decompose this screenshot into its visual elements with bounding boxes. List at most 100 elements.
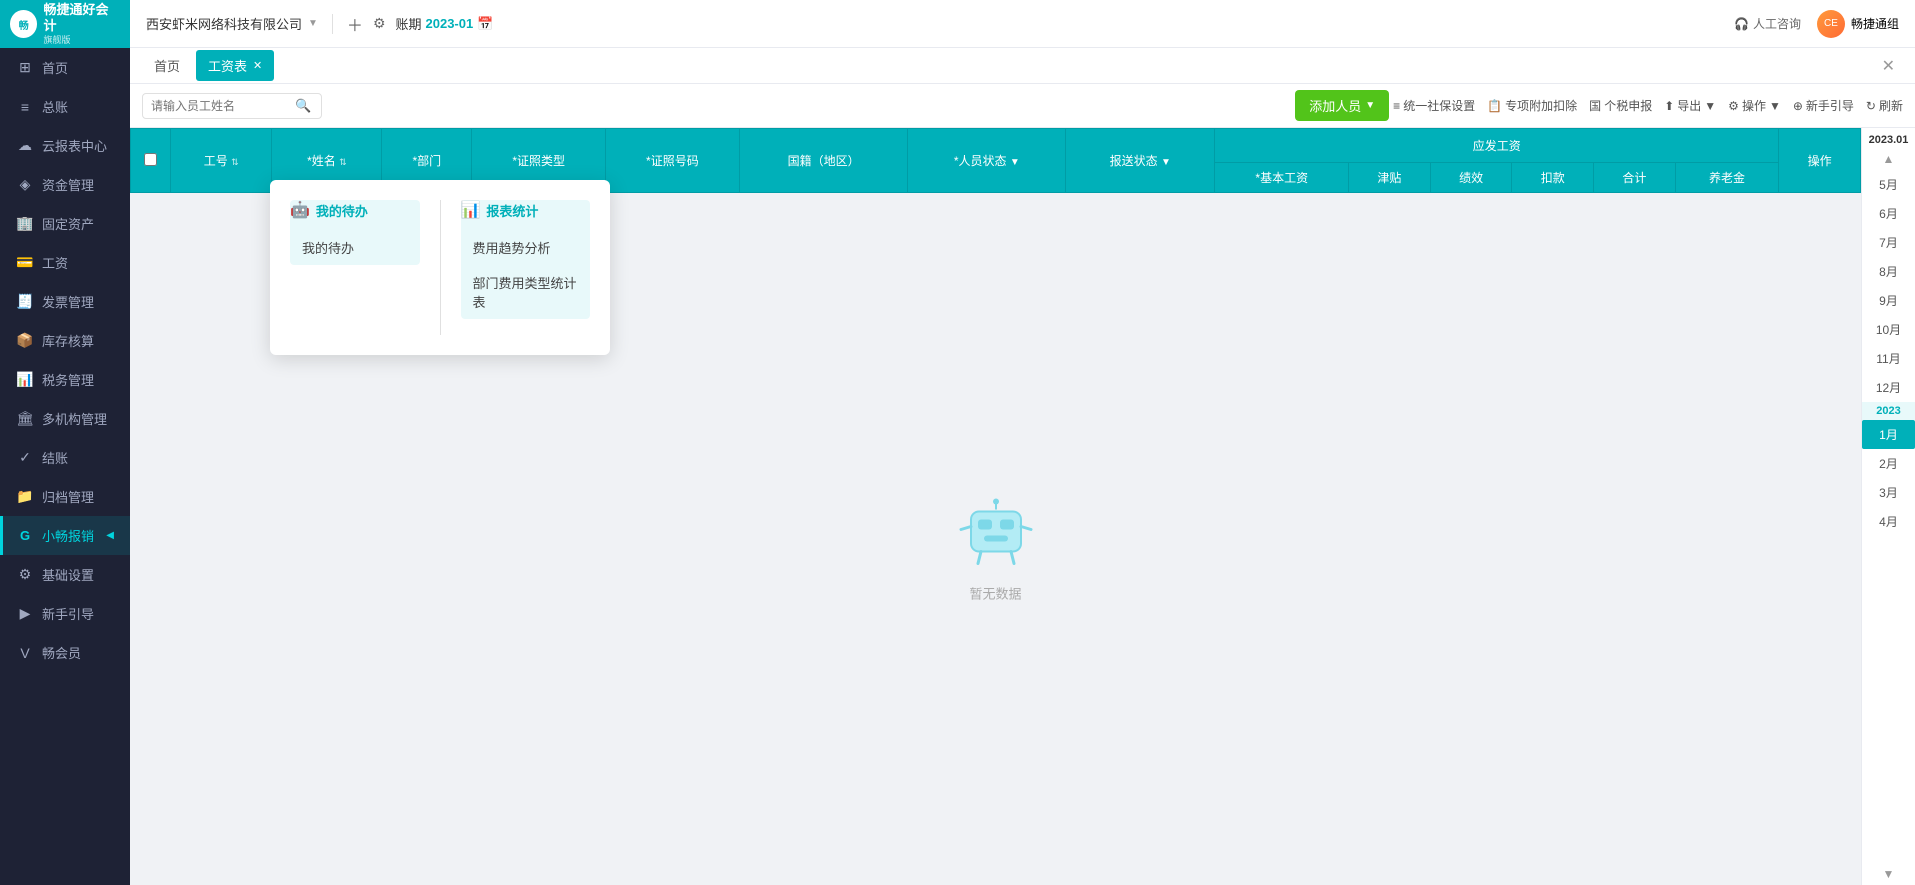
date-nav-up[interactable]: ▲	[1862, 148, 1915, 170]
col-id-number: *证照号码	[606, 129, 740, 193]
expense-dropdown-panel: 🤖 我的待办 我的待办 📊 报表统计 费用趋势分析 部门费用类型统计表	[270, 180, 610, 355]
sidebar-item-salary[interactable]: 💳 工资	[0, 243, 130, 282]
col-total: 合计	[1594, 163, 1676, 193]
export-dropdown-icon: ▼	[1704, 99, 1716, 113]
customer-service-btn[interactable]: 🎧 人工咨询	[1734, 15, 1801, 32]
date-item-7[interactable]: 7月	[1862, 228, 1915, 257]
empty-state: 暂无数据	[956, 491, 1036, 602]
sidebar-item-member[interactable]: V 畅会员	[0, 633, 130, 672]
sidebar-item-fund[interactable]: ◈ 资金管理	[0, 165, 130, 204]
panel-item-expense-trend[interactable]: 费用趋势分析	[461, 230, 591, 265]
cloud-icon: ☁	[16, 137, 34, 154]
toolbar: 🔍 添加人员 ▼ ≡ 统一社保设置 📋 专项附加扣除 国 个税申报 ⬆ 导出 ▼	[130, 84, 1915, 128]
header-right: 🎧 人工咨询 CE 畅捷通组	[1734, 10, 1899, 38]
date-item-8[interactable]: 8月	[1862, 257, 1915, 286]
col-salary-group: 应发工资	[1215, 129, 1779, 163]
col-base-salary: *基本工资	[1215, 163, 1349, 193]
sidebar: 畅 畅捷通好会计 旗舰版 ⊞ 首页 ≡ 总账 ☁ 云报表中心 ◈ 资金管理 🏢 …	[0, 0, 130, 885]
period-display: 账期 2023-01 📅	[396, 14, 494, 33]
panel-item-my-todo[interactable]: 我的待办	[290, 230, 420, 265]
close-all-icon[interactable]: ✕	[1874, 54, 1903, 79]
date-item-6[interactable]: 6月	[1862, 199, 1915, 228]
sidebar-item-close[interactable]: ✓ 结账	[0, 438, 130, 477]
date-item-4[interactable]: 4月	[1862, 507, 1915, 536]
operations-dropdown-icon: ▼	[1769, 99, 1781, 113]
logo-text: 畅捷通好会计 旗舰版	[43, 2, 120, 46]
operations-btn[interactable]: ⚙ 操作 ▼	[1728, 97, 1781, 114]
settings-icon: ⚙	[16, 566, 34, 583]
calendar-icon[interactable]: 📅	[477, 16, 493, 32]
sidebar-item-multi-org[interactable]: 🏛 多机构管理	[0, 399, 130, 438]
sidebar-item-archive[interactable]: 📁 归档管理	[0, 477, 130, 516]
name-sort-icon[interactable]: ⇅	[339, 157, 347, 167]
add-person-btn[interactable]: 添加人员 ▼	[1295, 90, 1389, 121]
multi-org-icon: 🏛	[16, 410, 34, 427]
special-deduction-btn[interactable]: 📋 专项附加扣除	[1487, 97, 1577, 114]
person-status-filter-icon[interactable]: ▼	[1010, 157, 1020, 168]
date-item-9[interactable]: 9月	[1862, 286, 1915, 315]
panel-col-todo: 🤖 我的待办 我的待办	[290, 200, 420, 335]
guide-icon: ▶	[16, 605, 34, 622]
user-area[interactable]: CE 畅捷通组	[1817, 10, 1899, 38]
chevron-left-icon: ◀	[106, 530, 114, 541]
date-item-12[interactable]: 12月	[1862, 373, 1915, 402]
refresh-btn[interactable]: ↻ 刷新	[1866, 97, 1903, 114]
tab-close-all-btn[interactable]: ✕	[1874, 56, 1903, 76]
todo-icon: 🤖	[290, 200, 310, 220]
job-number-sort-icon[interactable]: ⇅	[231, 157, 239, 167]
col-job-number: 工号 ⇅	[171, 129, 272, 193]
search-input[interactable]	[151, 99, 291, 113]
social-insurance-btn[interactable]: ≡ 统一社保设置	[1393, 97, 1475, 114]
date-item-11[interactable]: 11月	[1862, 344, 1915, 373]
user-name: 畅捷通组	[1851, 15, 1899, 32]
date-nav-down[interactable]: ▼	[1862, 863, 1915, 885]
date-item-2[interactable]: 2月	[1862, 449, 1915, 478]
sidebar-item-invoice[interactable]: 🧾 发票管理	[0, 282, 130, 321]
date-item-3[interactable]: 3月	[1862, 478, 1915, 507]
sidebar-item-expense[interactable]: G 小畅报销 ◀	[0, 516, 130, 555]
tax-report-btn[interactable]: 国 个税申报	[1589, 97, 1652, 114]
tab-home[interactable]: 首页	[142, 50, 192, 81]
sidebar-item-asset[interactable]: 🏢 固定资产	[0, 204, 130, 243]
col-performance: 绩效	[1430, 163, 1512, 193]
main-content: 西安虾米网络科技有限公司 ▼ ＋ ⚙ 账期 2023-01 📅 🎧 人工咨询 C…	[130, 0, 1915, 885]
col-report-status: 报送状态 ▼	[1066, 129, 1215, 193]
sidebar-item-tax[interactable]: 📊 税务管理	[0, 360, 130, 399]
date-item-10[interactable]: 10月	[1862, 315, 1915, 344]
export-icon: ⬆	[1664, 99, 1674, 113]
invoice-icon: 🧾	[16, 293, 34, 310]
sidebar-item-cloud-report[interactable]: ☁ 云报表中心	[0, 126, 130, 165]
sidebar-item-ledger[interactable]: ≡ 总账	[0, 87, 130, 126]
toolbar-actions: ≡ 统一社保设置 📋 专项附加扣除 国 个税申报 ⬆ 导出 ▼ ⚙ 操作 ▼	[1393, 97, 1903, 114]
tax-icon: 国	[1589, 97, 1601, 114]
tab-salary[interactable]: 工资表 ✕	[196, 50, 274, 81]
date-item-5[interactable]: 5月	[1862, 170, 1915, 199]
panel-col-reports: 📊 报表统计 费用趋势分析 部门费用类型统计表	[461, 200, 591, 335]
sidebar-item-home[interactable]: ⊞ 首页	[0, 48, 130, 87]
date-item-1-active[interactable]: 1月	[1862, 420, 1915, 449]
new-guide-btn[interactable]: ⊕ 新手引导	[1793, 97, 1854, 114]
header-checkbox[interactable]	[144, 153, 157, 166]
sidebar-item-guide[interactable]: ▶ 新手引导	[0, 594, 130, 633]
add-company-btn[interactable]: ＋	[347, 12, 363, 36]
panel-section-todo-title: 🤖 我的待办	[290, 200, 420, 220]
company-settings-icon[interactable]: ⚙	[373, 15, 386, 32]
panel-item-dept-expense[interactable]: 部门费用类型统计表	[461, 265, 591, 319]
col-person-status: *人员状态 ▼	[908, 129, 1066, 193]
date-sidebar-inner: 5月 6月 7月 8月 9月 10月 11月 12月 2023 1月 2月 3月…	[1862, 170, 1915, 863]
ledger-icon: ≡	[16, 99, 34, 115]
export-btn[interactable]: ⬆ 导出 ▼	[1664, 97, 1716, 114]
search-box[interactable]: 🔍	[142, 93, 322, 119]
tab-close-btn[interactable]: ✕	[253, 59, 262, 72]
panel-section-todo: 🤖 我的待办 我的待办	[290, 200, 420, 265]
select-all-checkbox[interactable]	[131, 129, 171, 193]
asset-icon: 🏢	[16, 215, 34, 232]
operations-icon: ⚙	[1728, 99, 1739, 113]
member-icon: V	[16, 645, 34, 661]
sidebar-item-settings[interactable]: ⚙ 基础设置	[0, 555, 130, 594]
sidebar-item-inventory[interactable]: 📦 库存核算	[0, 321, 130, 360]
company-selector[interactable]: 西安虾米网络科技有限公司 ▼	[146, 14, 318, 33]
inventory-icon: 📦	[16, 332, 34, 349]
home-icon: ⊞	[16, 59, 34, 76]
report-status-filter-icon[interactable]: ▼	[1161, 157, 1171, 168]
